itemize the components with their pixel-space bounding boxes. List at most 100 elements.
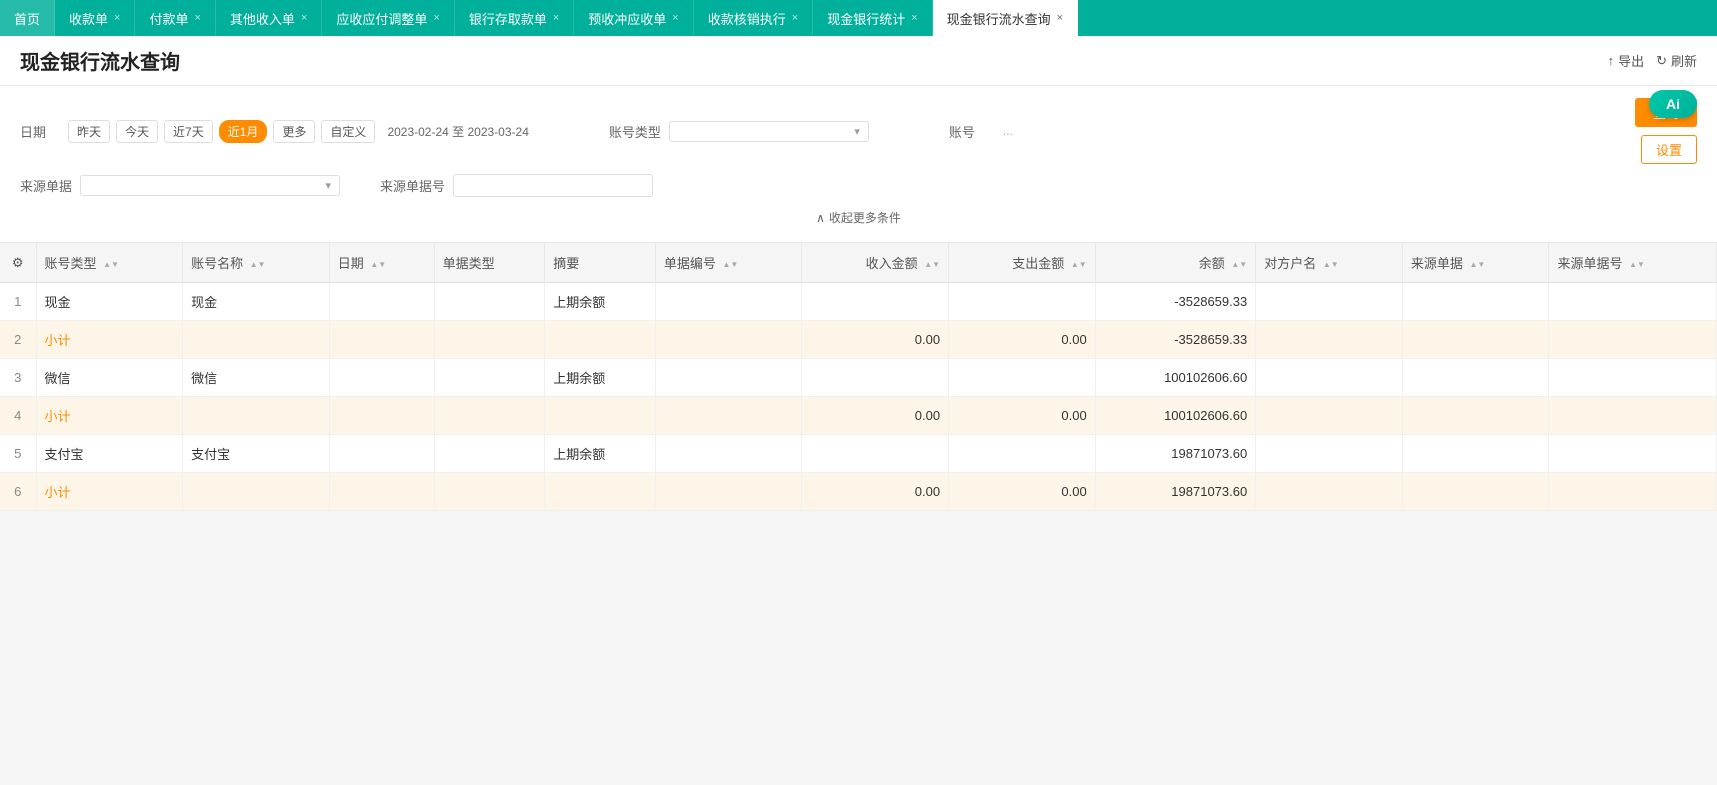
header-actions: ↑ 导出 ↻ 刷新 (1608, 51, 1697, 70)
cell-doc-no (655, 283, 802, 321)
sort-icon[interactable]: ▲▼ (1469, 261, 1485, 269)
cell-summary (545, 397, 656, 435)
close-icon[interactable]: × (433, 12, 439, 24)
close-icon[interactable]: × (553, 12, 559, 24)
filter-row-1: 日期 昨天 今天 近7天 近1月 更多 自定义 2023-02-24 至 202… (20, 98, 1697, 164)
refresh-button[interactable]: ↻ 刷新 (1656, 51, 1697, 70)
cell-account-type: 现金 (36, 283, 183, 321)
table-row: 5支付宝支付宝上期余额19871073.60 (0, 435, 1717, 473)
account-label: 账号 (949, 122, 989, 141)
cell-account-type: 小计 (36, 397, 183, 435)
cell-income: 0.00 (802, 397, 949, 435)
nav-cash-flow[interactable]: 现金银行流水查询 × (933, 0, 1078, 36)
nav-adjustment[interactable]: 应收应付调整单 × (322, 0, 454, 36)
close-icon[interactable]: × (301, 12, 307, 24)
cell-source-doc-no (1549, 397, 1717, 435)
nav-advance[interactable]: 预收冲应收单 × (574, 0, 693, 36)
cell-doc-type (434, 397, 545, 435)
cell-doc-no (655, 397, 802, 435)
table-container: ⚙ 账号类型 ▲▼ 账号名称 ▲▼ 日期 ▲▼ 单据类型 摘要 (0, 243, 1717, 511)
close-icon[interactable]: × (194, 12, 200, 24)
cell-source-doc (1402, 397, 1549, 435)
sort-icon[interactable]: ▲▼ (1071, 261, 1087, 269)
sort-icon[interactable]: ▲▼ (1231, 261, 1247, 269)
cell-source-doc (1402, 473, 1549, 511)
nav-bank-deposit[interactable]: 银行存取款单 × (455, 0, 574, 36)
date-btn-today[interactable]: 今天 (116, 120, 158, 143)
cell-source-doc (1402, 321, 1549, 359)
cell-account-type: 支付宝 (36, 435, 183, 473)
nav-other-income[interactable]: 其他收入单 × (216, 0, 322, 36)
account-more-btn[interactable]: ... (997, 122, 1019, 140)
cell-doc-type (434, 435, 545, 473)
row-number: 1 (0, 283, 36, 321)
cell-account-type: 小计 (36, 321, 183, 359)
date-btn-more[interactable]: 更多 (273, 120, 315, 143)
gear-column-header[interactable]: ⚙ (0, 243, 36, 283)
cell-source-doc (1402, 283, 1549, 321)
source-doc-no-filter: 来源单据号 (380, 174, 653, 197)
summary-column-header: 摘要 (545, 243, 656, 283)
cell-summary: 上期余额 (545, 283, 656, 321)
close-icon[interactable]: × (792, 12, 798, 24)
source-doc-no-input[interactable] (453, 174, 653, 197)
cell-summary: 上期余额 (545, 359, 656, 397)
export-button[interactable]: ↑ 导出 (1608, 51, 1645, 70)
ai-badge[interactable]: Ai (1649, 90, 1697, 118)
cell-expense (949, 359, 1096, 397)
cell-account-type: 微信 (36, 359, 183, 397)
account-filter: 账号 ... (949, 122, 1019, 141)
nav-receipt[interactable]: 收款单 × (55, 0, 135, 36)
sort-icon[interactable]: ▲▼ (250, 261, 266, 269)
cell-balance: 100102606.60 (1095, 359, 1256, 397)
sort-icon[interactable]: ▲▼ (1323, 261, 1339, 269)
date-btn-yesterday[interactable]: 昨天 (68, 120, 110, 143)
cell-account-name (183, 473, 330, 511)
collapse-button[interactable]: ∧ 收起更多条件 (20, 205, 1697, 230)
row-number: 4 (0, 397, 36, 435)
settings-button[interactable]: 设置 (1641, 135, 1697, 164)
sort-icon[interactable]: ▲▼ (1629, 261, 1645, 269)
sort-icon[interactable]: ▲▼ (370, 261, 386, 269)
nav-home[interactable]: 首页 (0, 0, 55, 36)
date-filter: 日期 昨天 今天 近7天 近1月 更多 自定义 2023-02-24 至 202… (20, 120, 529, 143)
cell-doc-no (655, 321, 802, 359)
cell-counterpart (1256, 397, 1403, 435)
account-type-select[interactable]: ▾ (669, 121, 869, 142)
nav-collect-verify[interactable]: 收款核销执行 × (694, 0, 813, 36)
page-title: 现金银行流水查询 (20, 46, 180, 75)
cell-doc-type (434, 321, 545, 359)
account-type-column-header: 账号类型 ▲▼ (36, 243, 183, 283)
page-header: 现金银行流水查询 ↑ 导出 ↻ 刷新 (0, 36, 1717, 86)
cell-source-doc-no (1549, 283, 1717, 321)
close-icon[interactable]: × (672, 12, 678, 24)
date-btn-1month[interactable]: 近1月 (219, 120, 268, 143)
source-doc-select[interactable]: ▾ (80, 175, 340, 196)
close-icon[interactable]: × (911, 12, 917, 24)
nav-cash-stats[interactable]: 现金银行统计 × (813, 0, 932, 36)
nav-payment[interactable]: 付款单 × (135, 0, 215, 36)
cell-source-doc-no (1549, 321, 1717, 359)
table-row: 1现金现金上期余额-3528659.33 (0, 283, 1717, 321)
cell-expense (949, 435, 1096, 473)
date-btn-7days[interactable]: 近7天 (164, 120, 213, 143)
cell-counterpart (1256, 473, 1403, 511)
table-row: 4小计0.000.00100102606.60 (0, 397, 1717, 435)
source-doc-column-header: 来源单据 ▲▼ (1402, 243, 1549, 283)
close-icon[interactable]: × (1057, 12, 1063, 24)
filter-area: 日期 昨天 今天 近7天 近1月 更多 自定义 2023-02-24 至 202… (0, 86, 1717, 243)
close-icon[interactable]: × (114, 12, 120, 24)
sort-icon[interactable]: ▲▼ (924, 261, 940, 269)
sort-icon[interactable]: ▲▼ (723, 261, 739, 269)
sort-icon[interactable]: ▲▼ (103, 261, 119, 269)
cell-source-doc-no (1549, 435, 1717, 473)
cell-account-name (183, 321, 330, 359)
table-row: 6小计0.000.0019871073.60 (0, 473, 1717, 511)
source-doc-no-label: 来源单据号 (380, 176, 445, 195)
cell-doc-no (655, 473, 802, 511)
cell-summary (545, 473, 656, 511)
cell-doc-type (434, 473, 545, 511)
date-btn-custom[interactable]: 自定义 (321, 120, 375, 143)
cell-income (802, 435, 949, 473)
cell-income (802, 359, 949, 397)
